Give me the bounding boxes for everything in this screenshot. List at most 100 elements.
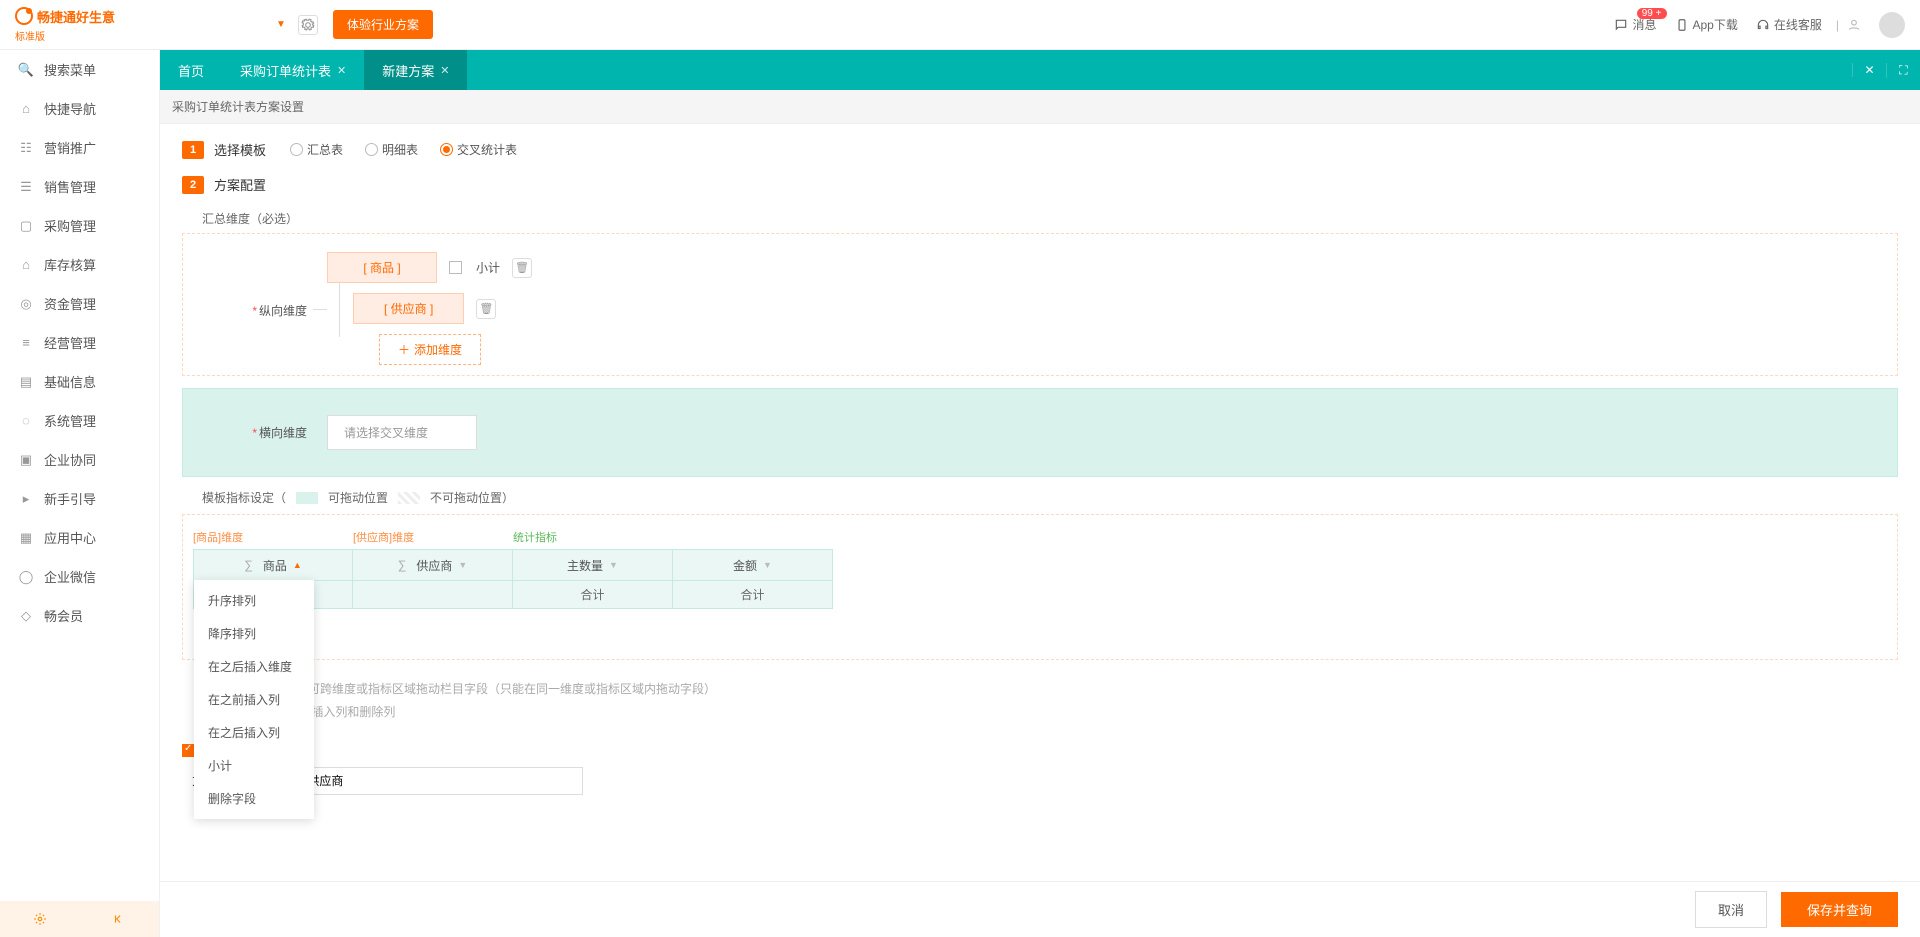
dd-asc[interactable]: 升序排列 [194, 584, 314, 617]
side-purchase[interactable]: ▢采购管理 [0, 206, 159, 245]
radio-icon [365, 143, 378, 156]
caret-down-icon: ▼ [609, 560, 618, 570]
main: 首页 采购订单统计表✕ 新建方案✕ ✕ ⛶ 采购订单统计表方案设置 1 选择模板… [160, 50, 1920, 937]
apps-icon: ▦ [18, 530, 34, 546]
gear-icon: ◌ [18, 413, 34, 429]
side-member[interactable]: ◇畅会员 [0, 596, 159, 635]
side-quicknav[interactable]: ⌂快捷导航 [0, 89, 159, 128]
logo-text: 畅捷通好生意 [37, 7, 115, 26]
dd-insert-dim-after[interactable]: 在之后插入维度 [194, 650, 314, 683]
collapse-icon [112, 912, 126, 926]
dd-insert-col-before[interactable]: 在之前插入列 [194, 683, 314, 716]
col-body-qty: 合计 [513, 580, 672, 608]
dd-desc[interactable]: 降序排列 [194, 617, 314, 650]
side-collab[interactable]: ▣企业协同 [0, 440, 159, 479]
tab-new-plan[interactable]: 新建方案✕ [364, 50, 467, 90]
sidebar: 🔍搜索菜单 ⌂快捷导航 ☷营销推广 ☰销售管理 ▢采购管理 ⌂库存核算 ◎资金管… [0, 50, 160, 937]
side-system[interactable]: ◌系统管理 [0, 401, 159, 440]
side-appcenter[interactable]: ▦应用中心 [0, 518, 159, 557]
grid-group-goods: [商品]维度 [193, 529, 353, 545]
cs-label: 在线客服 [1774, 16, 1822, 33]
settings-gear-button[interactable] [298, 15, 318, 35]
add-dim-button[interactable]: ＋添加维度 [379, 334, 481, 365]
side-marketing[interactable]: ☷营销推广 [0, 128, 159, 167]
delete-dim-supplier[interactable]: 🗑 [476, 299, 496, 319]
logo-icon [15, 7, 33, 25]
breadcrumb: 采购订单统计表方案设置 [160, 90, 1920, 124]
cs-button[interactable]: 在线客服 [1756, 16, 1822, 33]
try-industry-button[interactable]: 体验行业方案 [333, 10, 433, 39]
tabs-close-all-button[interactable]: ✕ [1852, 63, 1886, 77]
sidebar-collapse-button[interactable] [80, 901, 160, 937]
side-base[interactable]: ▤基础信息 [0, 362, 159, 401]
radio-icon [440, 143, 453, 156]
tips: 提示：1.拖动标题 可跨维度或指标区域拖动栏目字段（只能在同一维度或指标区域内拖… [202, 678, 1898, 724]
user-icon [1847, 18, 1861, 32]
radio-detail[interactable]: 明细表 [365, 141, 418, 158]
close-icon[interactable]: ✕ [440, 64, 449, 77]
col-head-amt[interactable]: 金额 ▼ [673, 550, 832, 580]
side-inventory[interactable]: ⌂库存核算 [0, 245, 159, 284]
warehouse-icon: ⌂ [18, 257, 34, 273]
radio-summary[interactable]: 汇总表 [290, 141, 343, 158]
side-sales[interactable]: ☰销售管理 [0, 167, 159, 206]
sidebar-settings-button[interactable] [0, 901, 80, 937]
side-ops[interactable]: ≡经营管理 [0, 323, 159, 362]
step2-header: 2 方案配置 [160, 169, 1920, 204]
indicator-grid-box: [商品]维度 [供应商]维度 统计指标 ∑ 商品 ▲ [182, 514, 1898, 660]
column-dropdown: 升序排列 降序排列 在之后插入维度 在之前插入列 在之后插入列 小计 删除字段 [194, 580, 314, 819]
logo: 畅捷通好生意 标准版 [15, 7, 115, 43]
dd-delete-field[interactable]: 删除字段 [194, 782, 314, 815]
sigma-icon: ∑ [244, 558, 253, 572]
dim-tag-goods[interactable]: [ 商品 ] [327, 252, 437, 283]
cancel-button[interactable]: 取消 [1695, 891, 1767, 928]
top-header: 畅捷通好生意 标准版 ▼ 体验行业方案 消息 99 + App下载 在线客服 | [0, 0, 1920, 50]
doc-icon: ▤ [18, 374, 34, 390]
guide-icon: ▸ [18, 491, 34, 507]
logo-sub: 标准版 [15, 28, 115, 43]
tabs: 首页 采购订单统计表✕ 新建方案✕ ✕ ⛶ [160, 50, 1920, 90]
gift-icon: ☷ [18, 140, 34, 156]
side-guide[interactable]: ▸新手引导 [0, 479, 159, 518]
side-search[interactable]: 🔍搜索菜单 [0, 50, 159, 89]
headset-icon [1756, 18, 1770, 32]
col-head-goods[interactable]: ∑ 商品 ▲ 升序排列 降序排列 在之后插入维度 在之前插入列 在之后插入列 [194, 550, 352, 580]
avatar[interactable] [1879, 12, 1905, 38]
dim-tag-supplier[interactable]: [ 供应商 ] [353, 293, 464, 324]
col-body-amt: 合计 [673, 580, 832, 608]
tabs-fullscreen-button[interactable]: ⛶ [1886, 63, 1920, 78]
delete-dim-goods[interactable]: 🗑 [512, 258, 532, 278]
save-plan-toggle[interactable]: 方案保存(可选) [182, 742, 1898, 759]
caret-up-icon: ▲ [293, 560, 302, 570]
save-query-button[interactable]: 保存并查询 [1781, 892, 1898, 927]
grid-group-supplier: [供应商]维度 [353, 529, 513, 545]
footer: 取消 保存并查询 [160, 881, 1920, 937]
tenant-select[interactable]: ▼ [155, 15, 286, 34]
radio-cross[interactable]: 交叉统计表 [440, 141, 517, 158]
dd-subtotal[interactable]: 小计 [194, 749, 314, 782]
app-download-label: App下载 [1693, 16, 1738, 33]
wechat-icon: ◯ [18, 569, 34, 585]
user-menu[interactable]: | [1836, 18, 1839, 32]
vertical-dim-box: *纵向维度 [ 商品 ] 小计 🗑 [ 供应商 ] [182, 233, 1898, 376]
side-wechat[interactable]: ◯企业微信 [0, 557, 159, 596]
sigma-icon: ∑ [398, 558, 407, 572]
col-head-supplier[interactable]: ∑ 供应商 ▼ [353, 550, 512, 580]
tab-home[interactable]: 首页 [160, 50, 222, 90]
grid-group-metrics: 统计指标 [513, 529, 833, 545]
cross-dim-select[interactable]: 请选择交叉维度 [327, 415, 477, 450]
side-funds[interactable]: ◎资金管理 [0, 284, 159, 323]
subtotal-checkbox[interactable] [449, 261, 462, 274]
messages-button[interactable]: 消息 99 + [1614, 16, 1656, 33]
step-badge: 1 [182, 141, 204, 159]
app-download-button[interactable]: App下载 [1675, 16, 1738, 33]
tab-purchase-stats[interactable]: 采购订单统计表✕ [222, 50, 364, 90]
plus-icon: ＋ [398, 341, 410, 358]
col-head-qty[interactable]: 主数量 ▼ [513, 550, 672, 580]
dd-insert-col-after[interactable]: 在之后插入列 [194, 716, 314, 749]
step1-header: 1 选择模板 汇总表 明细表 交叉统计表 [160, 134, 1920, 169]
close-icon[interactable]: ✕ [337, 64, 346, 77]
step2-title: 方案配置 [214, 175, 266, 194]
gear-icon [301, 18, 315, 32]
legend-draggable-swatch [296, 492, 318, 504]
